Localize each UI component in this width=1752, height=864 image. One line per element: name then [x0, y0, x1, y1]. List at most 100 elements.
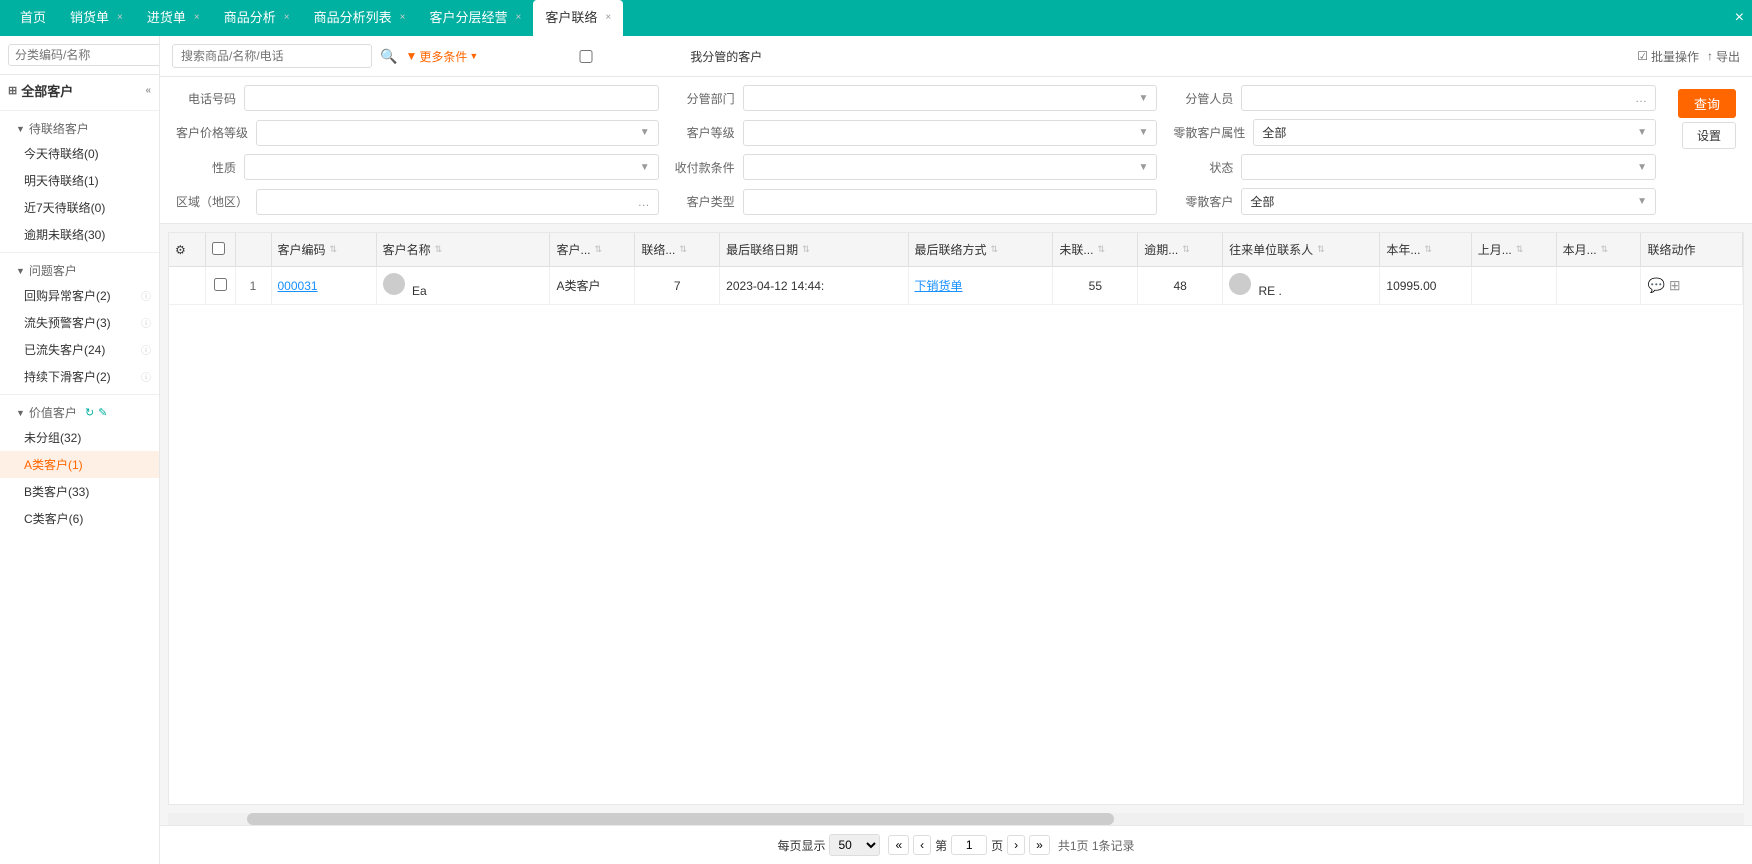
- value-customers-group[interactable]: ▼ 价值客户 ↻ ✎: [0, 399, 159, 424]
- row-action-buttons: 💬 ⊞: [1647, 277, 1736, 294]
- main-search-icon[interactable]: 🔍: [380, 48, 397, 65]
- td-name: Ea: [376, 267, 550, 305]
- sort-method-icon: ⇅: [991, 244, 999, 255]
- th-settings[interactable]: ⚙: [169, 233, 205, 267]
- sidebar-item-overdue[interactable]: 逾期未联络(30): [0, 221, 159, 248]
- main-search-input[interactable]: [172, 44, 372, 68]
- value-group-edit[interactable]: ✎: [98, 406, 107, 419]
- filter-bar: 🔍 ▼ 更多条件 ▼ 我分管的客户 ☑ 批量操作 ↑ 导出: [160, 36, 1752, 77]
- close-all-button[interactable]: ×: [1735, 9, 1744, 27]
- sidebar-item-a-class[interactable]: A类客户(1): [0, 451, 159, 478]
- region-input[interactable]: …: [256, 189, 659, 215]
- th-no-contact[interactable]: 未联...⇅: [1053, 233, 1138, 267]
- customer-type-input[interactable]: [743, 189, 1158, 215]
- sidebar-item-churned[interactable]: 已流失客户(24) ⓘ: [0, 336, 159, 363]
- my-customers-checkbox[interactable]: 我分管的客户: [486, 48, 762, 65]
- info-icon-1: ⓘ: [141, 288, 151, 303]
- payment-select[interactable]: ▼: [743, 154, 1158, 180]
- th-last-month[interactable]: 上月...⇅: [1471, 233, 1556, 267]
- row-checkbox[interactable]: [214, 278, 227, 291]
- select-all-checkbox[interactable]: [212, 242, 225, 255]
- nav-product-analysis[interactable]: 商品分析 ×: [212, 0, 302, 36]
- batch-operation-button[interactable]: ☑ 批量操作: [1637, 48, 1699, 65]
- all-customers-header[interactable]: ⊞ 全部客户 «: [0, 75, 159, 106]
- nav-home[interactable]: 首页: [8, 0, 58, 36]
- th-name[interactable]: 客户名称⇅: [376, 233, 550, 267]
- sort-name-icon: ⇅: [435, 244, 443, 255]
- close-analysis-tab[interactable]: ×: [284, 0, 290, 36]
- sort-year-icon: ⇅: [1424, 244, 1432, 255]
- filter-row-3: 性质 ▼ 收付款条件 ▼ 状态: [176, 154, 1656, 180]
- th-checkbox[interactable]: [205, 233, 235, 267]
- th-contact-level[interactable]: 联络...⇅: [635, 233, 720, 267]
- td-code[interactable]: 000031: [271, 267, 376, 305]
- phone-input[interactable]: [244, 85, 659, 111]
- horizontal-scrollbar[interactable]: [168, 813, 1744, 825]
- customer-level-select[interactable]: ▼: [743, 120, 1158, 146]
- sidebar-item-tomorrow[interactable]: 明天待联络(1): [0, 167, 159, 194]
- phone-field: 电话号码: [176, 85, 659, 111]
- retail-customer-select[interactable]: 全部▼: [1241, 188, 1656, 215]
- last-page-button[interactable]: »: [1029, 835, 1050, 855]
- query-button[interactable]: 查询: [1678, 89, 1736, 118]
- nature-select[interactable]: ▼: [244, 154, 659, 180]
- retail-attr-select[interactable]: 全部▼: [1253, 119, 1656, 146]
- sidebar-item-7days[interactable]: 近7天待联络(0): [0, 194, 159, 221]
- td-checkbox[interactable]: [205, 267, 235, 305]
- nav-purchase[interactable]: 进货单 ×: [135, 0, 212, 36]
- nav-customer-contact[interactable]: 客户联络 ×: [533, 0, 623, 36]
- filter-row-1: 电话号码 分管部门 ▼ 分管人员 …: [176, 85, 1656, 111]
- nav-product-list[interactable]: 商品分析列表 ×: [302, 0, 418, 36]
- th-code[interactable]: 客户编码⇅: [271, 233, 376, 267]
- th-this-year[interactable]: 本年...⇅: [1380, 233, 1471, 267]
- sidebar-item-ungrouped[interactable]: 未分组(32): [0, 424, 159, 451]
- sidebar-item-today[interactable]: 今天待联络(0): [0, 140, 159, 167]
- td-row-actions: 💬 ⊞: [1641, 267, 1743, 305]
- table-header-row: ⚙ 客户编码⇅ 客户名称⇅ 客户...⇅ 联络...⇅: [169, 233, 1743, 267]
- td-overdue: 48: [1138, 267, 1223, 305]
- status-select[interactable]: ▼: [1241, 154, 1656, 180]
- more-conditions-button[interactable]: ▼ 更多条件 ▼: [405, 48, 478, 65]
- th-this-month[interactable]: 本月...⇅: [1556, 233, 1641, 267]
- export-button[interactable]: ↑ 导出: [1707, 48, 1740, 65]
- nav-customer-segment[interactable]: 客户分层经营 ×: [417, 0, 533, 36]
- prev-page-button[interactable]: ‹: [913, 835, 931, 855]
- th-overdue[interactable]: 逾期...⇅: [1138, 233, 1223, 267]
- th-customer-type[interactable]: 客户...⇅: [550, 233, 635, 267]
- close-segment-tab[interactable]: ×: [515, 0, 521, 36]
- sidebar-collapse-icon[interactable]: «: [145, 85, 151, 96]
- page-number-input[interactable]: [951, 835, 987, 855]
- sidebar-item-churn-warning[interactable]: 流失预警客户(3) ⓘ: [0, 309, 159, 336]
- close-sales-tab[interactable]: ×: [117, 0, 123, 36]
- page-size-selector: 每页显示 50 10 20 100: [777, 834, 880, 856]
- chat-action-icon[interactable]: 💬: [1647, 277, 1664, 294]
- sidebar-search-input[interactable]: [8, 44, 160, 66]
- my-customers-check[interactable]: [486, 50, 686, 63]
- value-group-refresh[interactable]: ↻: [85, 406, 94, 419]
- pending-contact-group[interactable]: ▼ 待联络客户: [0, 115, 159, 140]
- region-field: 区域（地区） …: [176, 189, 659, 215]
- problem-customers-group[interactable]: ▼ 问题客户: [0, 257, 159, 282]
- sidebar-item-repurchase-abnormal[interactable]: 回购异常客户(2) ⓘ: [0, 282, 159, 309]
- top-navigation: 首页 销货单 × 进货单 × 商品分析 × 商品分析列表 × 客户分层经营 × …: [0, 0, 1752, 36]
- qr-action-icon[interactable]: ⊞: [1669, 277, 1681, 294]
- dept-select[interactable]: ▼: [743, 85, 1158, 111]
- nav-sales[interactable]: 销货单 ×: [58, 0, 135, 36]
- sort-nocontact-icon: ⇅: [1097, 244, 1105, 255]
- close-contact-tab[interactable]: ×: [605, 0, 611, 36]
- th-last-contact-method[interactable]: 最后联络方式⇅: [908, 233, 1053, 267]
- page-size-select[interactable]: 50 10 20 100: [829, 834, 880, 856]
- sidebar-item-c-class[interactable]: C类客户(6): [0, 505, 159, 532]
- th-unit-contact[interactable]: 往来单位联系人⇅: [1223, 233, 1380, 267]
- manager-input[interactable]: …: [1241, 85, 1656, 111]
- th-last-contact-date[interactable]: 最后联络日期⇅: [720, 233, 908, 267]
- price-level-select[interactable]: ▼: [256, 120, 659, 146]
- close-list-tab[interactable]: ×: [400, 0, 406, 36]
- first-page-button[interactable]: «: [888, 835, 909, 855]
- sidebar-item-b-class[interactable]: B类客户(33): [0, 478, 159, 505]
- next-page-button[interactable]: ›: [1007, 835, 1025, 855]
- settings-button[interactable]: 设置: [1682, 122, 1736, 149]
- sidebar-item-declining[interactable]: 持续下滑客户(2) ⓘ: [0, 363, 159, 390]
- close-purchase-tab[interactable]: ×: [194, 0, 200, 36]
- scrollbar-thumb[interactable]: [247, 813, 1114, 825]
